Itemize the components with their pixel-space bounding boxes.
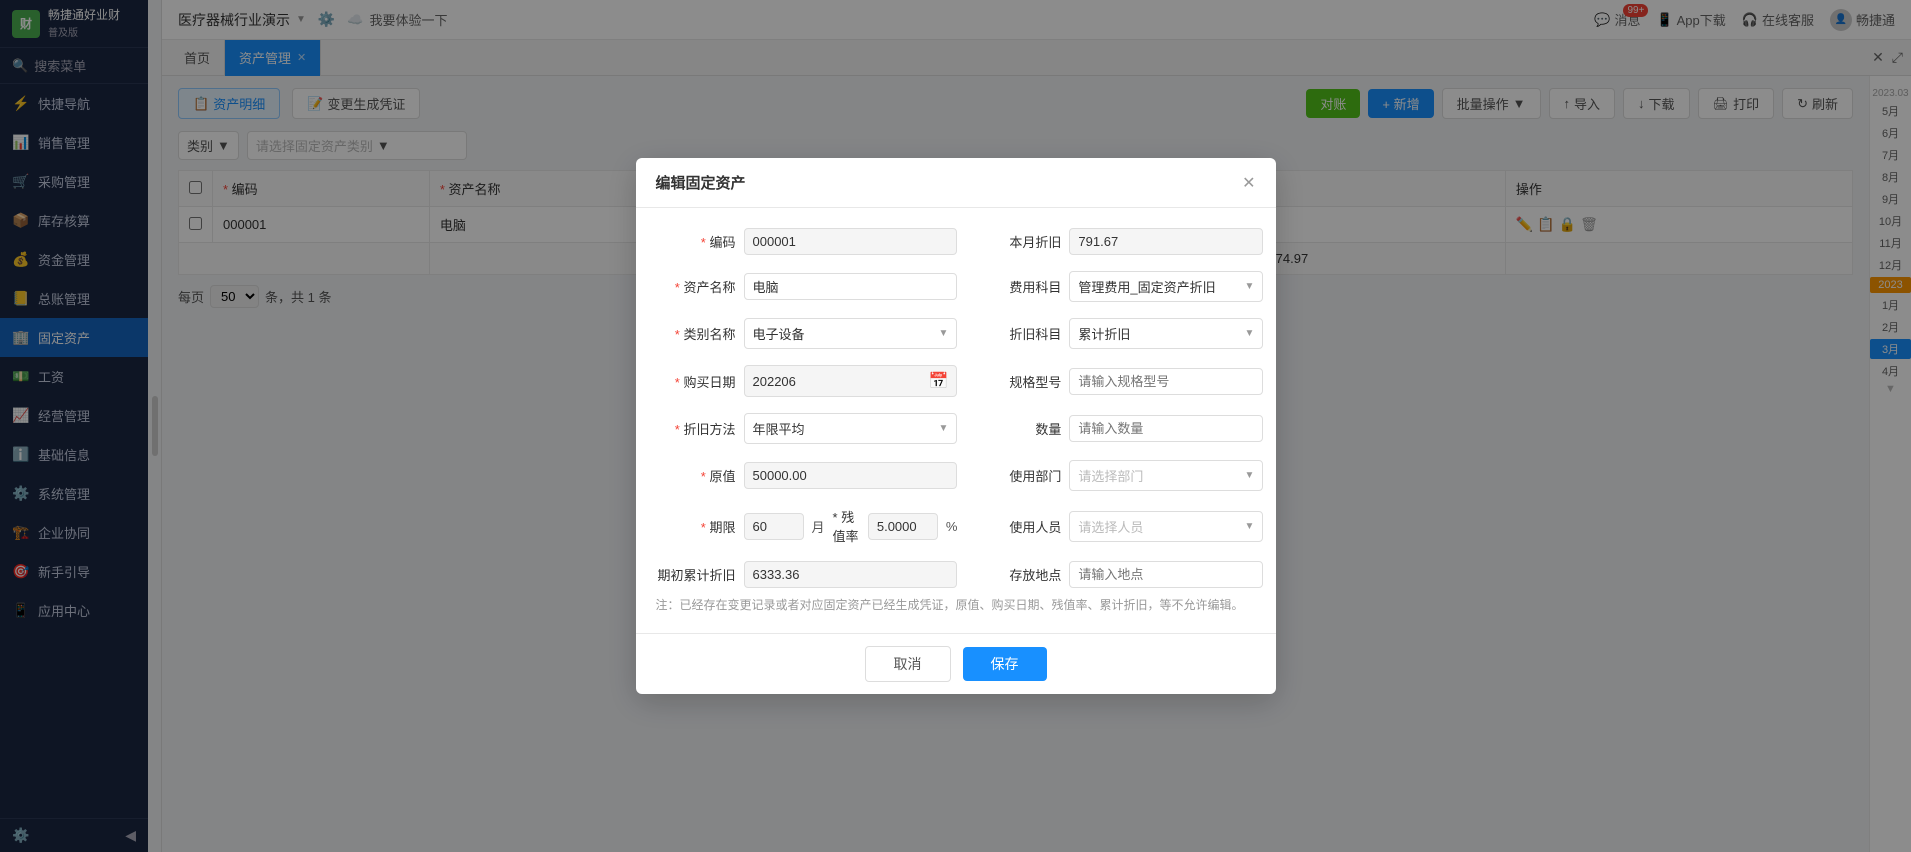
modal-body: * 编码 本月折旧 * 资产名称 费 (636, 208, 1276, 633)
form-item-category: * 类别名称 电子设备 ▼ (656, 318, 958, 349)
dep-method-label: * 折旧方法 (656, 419, 736, 438)
modal-title: 编辑固定资产 (656, 172, 746, 193)
form-item-purchase-date: * 购买日期 📅 (656, 365, 958, 397)
user-arrow-icon: ▼ (1245, 521, 1255, 532)
monthly-dep-label: 本月折旧 (981, 232, 1061, 251)
quantity-label: 数量 (981, 419, 1061, 438)
period-row: 月 * 残值率 % (744, 507, 958, 545)
dep-subject-select[interactable]: 累计折旧 ▼ (1069, 318, 1263, 349)
dep-subject-value: 累计折旧 (1078, 324, 1244, 343)
category-arrow-icon: ▼ (939, 328, 949, 339)
form-item-code: * 编码 (656, 228, 958, 255)
initial-acc-label: 期初累计折旧 (656, 565, 736, 584)
dep-method-select[interactable]: 年限平均 ▼ (744, 413, 958, 444)
spec-label: 规格型号 (981, 372, 1061, 391)
form-grid: * 编码 本月折旧 * 资产名称 费 (656, 228, 1256, 588)
user-select[interactable]: 请选择人员 ▼ (1069, 511, 1263, 542)
calendar-icon[interactable]: 📅 (929, 371, 949, 391)
purchase-date-label: * 购买日期 (656, 372, 736, 391)
modal-overlay: 编辑固定资产 ✕ * 编码 本月折旧 (0, 0, 1911, 852)
form-item-department: 使用部门 请选择部门 ▼ (981, 460, 1263, 491)
category-name-label: * 类别名称 (656, 324, 736, 343)
dep-subject-label: 折旧科目 (981, 324, 1061, 343)
category-select[interactable]: 电子设备 ▼ (744, 318, 958, 349)
expense-subject-select[interactable]: 管理费用_固定资产折旧 ▼ (1069, 271, 1263, 302)
spec-input[interactable] (1069, 368, 1263, 395)
category-value: 电子设备 (753, 324, 939, 343)
period-label: * 期限 (656, 517, 736, 536)
department-arrow-icon: ▼ (1245, 470, 1255, 481)
form-item-original-value: * 原值 (656, 460, 958, 491)
location-input[interactable] (1069, 561, 1263, 588)
dep-subject-arrow-icon: ▼ (1245, 328, 1255, 339)
form-item-user: 使用人员 请选择人员 ▼ (981, 507, 1263, 545)
form-item-monthly-dep: 本月折旧 (981, 228, 1263, 255)
form-item-spec: 规格型号 (981, 365, 1263, 397)
department-placeholder: 请选择部门 (1078, 466, 1244, 485)
edit-asset-modal: 编辑固定资产 ✕ * 编码 本月折旧 (636, 158, 1276, 694)
expense-subject-value: 管理费用_固定资产折旧 (1078, 277, 1244, 296)
asset-name-label: * 资产名称 (656, 277, 736, 296)
residual-rate-label: * 残值率 (833, 507, 860, 545)
monthly-dep-input[interactable] (1069, 228, 1263, 255)
period-unit: 月 (812, 517, 825, 536)
quantity-input[interactable] (1069, 415, 1263, 442)
code-label: * 编码 (656, 232, 736, 251)
modal-footer: 取消 保存 (636, 633, 1276, 694)
form-item-initial-acc: 期初累计折旧 (656, 561, 958, 588)
cancel-button[interactable]: 取消 (865, 646, 951, 682)
purchase-date-field[interactable]: 📅 (744, 365, 958, 397)
modal-header: 编辑固定资产 ✕ (636, 158, 1276, 208)
form-item-location: 存放地点 (981, 561, 1263, 588)
user-placeholder: 请选择人员 (1078, 517, 1244, 536)
modal-note: 注：已经存在变更记录或者对应固定资产已经生成凭证，原值、购买日期、残值率、累计折… (656, 596, 1256, 613)
form-item-quantity: 数量 (981, 413, 1263, 444)
residual-rate-input[interactable] (868, 513, 938, 540)
initial-acc-input[interactable] (744, 561, 958, 588)
form-item-period: * 期限 月 * 残值率 % (656, 507, 958, 545)
form-item-dep-subject: 折旧科目 累计折旧 ▼ (981, 318, 1263, 349)
form-item-dep-method: * 折旧方法 年限平均 ▼ (656, 413, 958, 444)
department-select[interactable]: 请选择部门 ▼ (1069, 460, 1263, 491)
purchase-date-input[interactable] (753, 374, 929, 389)
residual-rate-unit: % (946, 519, 958, 534)
modal-close-button[interactable]: ✕ (1242, 173, 1255, 193)
form-item-asset-name: * 资产名称 (656, 271, 958, 302)
dep-method-arrow-icon: ▼ (939, 423, 949, 434)
code-input[interactable] (744, 228, 958, 255)
expense-subject-label: 费用科目 (981, 277, 1061, 296)
original-value-input[interactable] (744, 462, 958, 489)
location-label: 存放地点 (981, 565, 1061, 584)
form-item-expense-subject: 费用科目 管理费用_固定资产折旧 ▼ (981, 271, 1263, 302)
asset-name-input[interactable] (744, 273, 958, 300)
expense-subject-arrow-icon: ▼ (1245, 281, 1255, 292)
dep-method-value: 年限平均 (753, 419, 939, 438)
user-label: 使用人员 (981, 517, 1061, 536)
department-label: 使用部门 (981, 466, 1061, 485)
original-value-label: * 原值 (656, 466, 736, 485)
save-button[interactable]: 保存 (963, 647, 1047, 681)
period-input[interactable] (744, 513, 804, 540)
